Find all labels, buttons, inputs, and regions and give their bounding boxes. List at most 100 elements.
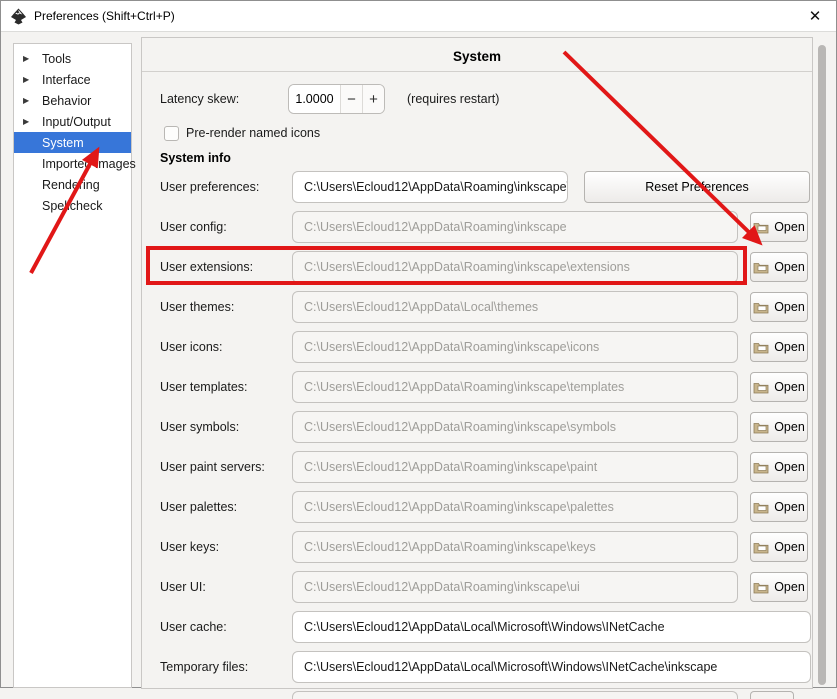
user-config-open-button[interactable]: Open xyxy=(750,212,808,242)
user-config-field[interactable]: C:\Users\Ecloud12\AppData\Roaming\inksca… xyxy=(292,211,738,243)
sidebar-item-interface[interactable]: ▶ Interface xyxy=(14,69,131,90)
user-keys-label: User keys: xyxy=(160,540,220,554)
user-palettes-open-button[interactable]: Open xyxy=(750,492,808,522)
vertical-scrollbar[interactable] xyxy=(817,43,827,687)
open-button-label: Open xyxy=(774,540,805,554)
path-row-user-extensions: User extensions: C:\Users\Ecloud12\AppDat… xyxy=(160,251,808,283)
requires-restart-note: (requires restart) xyxy=(407,92,500,106)
title-bar: Preferences (Shift+Ctrl+P) ✕ xyxy=(1,1,836,32)
open-button-label: Open xyxy=(774,380,805,394)
open-folder-icon xyxy=(753,302,769,313)
user-symbols-field[interactable]: C:\Users\Ecloud12\AppData\Roaming\inksca… xyxy=(292,411,738,443)
user-extensions-label: User extensions: xyxy=(160,260,254,274)
user-paint-servers-label: User paint servers: xyxy=(160,460,265,474)
user-themes-open-button[interactable]: Open xyxy=(750,292,808,322)
user-templates-label: User templates: xyxy=(160,380,248,394)
sidebar-item-label: Tools xyxy=(42,51,72,66)
prerender-label: Pre-render named icons xyxy=(186,126,321,140)
panel-content: Latency skew: 1.0000 − + (requires resta… xyxy=(142,72,812,699)
open-folder-icon xyxy=(753,582,769,593)
preferences-sidebar: ▶ Tools ▶ Interface ▶ Behavior ▶ Input/Output Sy… xyxy=(13,43,136,688)
latency-skew-row: Latency skew: 1.0000 − + (requires resta… xyxy=(160,84,794,114)
decrement-button[interactable]: − xyxy=(340,85,362,113)
open-folder-icon xyxy=(753,262,769,273)
sidebar-item-rendering[interactable]: Rendering xyxy=(14,174,131,195)
path-row-user-templates: User templates: C:\Users\Ecloud12\AppData… xyxy=(160,371,808,403)
user-symbols-open-button[interactable]: Open xyxy=(750,412,808,442)
user-paint-servers-field[interactable]: C:\Users\Ecloud12\AppData\Roaming\inksca… xyxy=(292,451,738,483)
open-folder-icon xyxy=(753,342,769,353)
open-button-label: Open xyxy=(774,460,805,474)
expander-triangle-icon[interactable]: ▶ xyxy=(23,75,29,84)
sidebar-item-system[interactable]: System xyxy=(14,132,131,153)
path-row-user-palettes: User palettes: C:\Users\Ecloud12\AppData\… xyxy=(160,491,808,523)
user-extensions-open-button[interactable]: Open xyxy=(750,252,808,282)
open-button-label: Open xyxy=(774,580,805,594)
user-ui-open-button[interactable]: Open xyxy=(750,572,808,602)
user-keys-open-button[interactable]: Open xyxy=(750,532,808,562)
user-preferences-field[interactable]: C:\Users\Ecloud12\AppData\Roaming\inksca… xyxy=(292,171,568,203)
open-folder-icon xyxy=(753,542,769,553)
user-themes-label: User themes: xyxy=(160,300,235,314)
temporary-files-label: Temporary files: xyxy=(160,660,249,674)
open-button-label: Open xyxy=(774,340,805,354)
path-row-user-preferences: User preferences: C:\Users\Ecloud12\AppDa… xyxy=(160,171,810,203)
inkscape-logo-icon xyxy=(10,8,27,25)
reset-preferences-button[interactable]: Reset Preferences xyxy=(584,171,810,203)
open-button-label: Open xyxy=(774,300,805,314)
latency-skew-value[interactable]: 1.0000 xyxy=(289,85,340,113)
path-row-user-symbols: User symbols: C:\Users\Ecloud12\AppData\R… xyxy=(160,411,808,443)
sidebar-item-label: Rendering xyxy=(42,177,100,192)
user-palettes-field[interactable]: C:\Users\Ecloud12\AppData\Roaming\inksca… xyxy=(292,491,738,523)
sidebar-item-label: Behavior xyxy=(42,93,92,108)
path-row-user-keys: User keys: C:\Users\Ecloud12\AppData\Roam… xyxy=(160,531,808,563)
open-button-label: Open xyxy=(774,220,805,234)
latency-skew-label: Latency skew: xyxy=(160,92,240,106)
expander-triangle-icon[interactable]: ▶ xyxy=(23,54,29,63)
user-keys-field[interactable]: C:\Users\Ecloud12\AppData\Roaming\inksca… xyxy=(292,531,738,563)
user-icons-label: User icons: xyxy=(160,340,223,354)
user-themes-field[interactable]: C:\Users\Ecloud12\AppData\Local\themes xyxy=(292,291,738,323)
sidebar-item-input-output[interactable]: ▶ Input/Output xyxy=(14,111,131,132)
open-button-label: Open xyxy=(774,500,805,514)
open-folder-icon xyxy=(753,222,769,233)
path-row-user-ui: User UI: C:\Users\Ecloud12\AppData\Roamin… xyxy=(160,571,808,603)
path-row-user-icons: User icons: C:\Users\Ecloud12\AppData\Roa… xyxy=(160,331,808,363)
user-ui-field[interactable]: C:\Users\Ecloud12\AppData\Roaming\inksca… xyxy=(292,571,738,603)
user-cache-field[interactable]: C:\Users\Ecloud12\AppData\Local\Microsof… xyxy=(292,611,811,643)
user-ui-label: User UI: xyxy=(160,580,206,594)
sidebar-item-tools[interactable]: ▶ Tools xyxy=(14,48,131,69)
user-palettes-label: User palettes: xyxy=(160,500,238,514)
user-paint-servers-open-button[interactable]: Open xyxy=(750,452,808,482)
open-folder-icon xyxy=(753,462,769,473)
scrollbar-thumb[interactable] xyxy=(818,45,826,685)
temporary-files-field[interactable]: C:\Users\Ecloud12\AppData\Local\Microsof… xyxy=(292,651,811,683)
sidebar-item-label: Imported Images xyxy=(42,156,136,171)
expander-triangle-icon[interactable]: ▶ xyxy=(23,96,29,105)
expander-triangle-icon[interactable]: ▶ xyxy=(23,117,29,126)
clipped-open-button xyxy=(750,691,794,699)
increment-button[interactable]: + xyxy=(362,85,384,113)
open-button-label: Open xyxy=(774,420,805,434)
user-templates-open-button[interactable]: Open xyxy=(750,372,808,402)
sidebar-item-label: System xyxy=(42,135,84,150)
user-extensions-field[interactable]: C:\Users\Ecloud12\AppData\Roaming\inksca… xyxy=(292,251,738,283)
system-info-rows: User preferences: C:\Users\Ecloud12\AppDa… xyxy=(160,171,811,683)
user-templates-field[interactable]: C:\Users\Ecloud12\AppData\Roaming\inksca… xyxy=(292,371,738,403)
close-icon[interactable]: ✕ xyxy=(800,1,830,31)
clipped-field xyxy=(292,691,738,699)
user-icons-open-button[interactable]: Open xyxy=(750,332,808,362)
user-icons-field[interactable]: C:\Users\Ecloud12\AppData\Roaming\inksca… xyxy=(292,331,738,363)
sidebar-item-imported-images[interactable]: Imported Images xyxy=(14,153,136,174)
user-symbols-label: User symbols: xyxy=(160,420,240,434)
prerender-checkbox[interactable] xyxy=(164,125,179,141)
sidebar-item-spellcheck[interactable]: Spellcheck xyxy=(14,195,131,216)
path-row-temporary-files: Temporary files: C:\Users\Ecloud12\AppDat… xyxy=(160,651,811,683)
sidebar-item-behavior[interactable]: ▶ Behavior xyxy=(14,90,131,111)
window-title: Preferences (Shift+Ctrl+P) xyxy=(34,9,175,23)
open-button-label: Open xyxy=(774,260,805,274)
path-row-user-cache: User cache: C:\Users\Ecloud12\AppData\Loc… xyxy=(160,611,811,643)
path-row-user-paint-servers: User paint servers: C:\Users\Ecloud12\App… xyxy=(160,451,808,483)
sidebar-item-label: Input/Output xyxy=(42,114,111,129)
prerender-row: Pre-render named icons xyxy=(160,125,794,141)
